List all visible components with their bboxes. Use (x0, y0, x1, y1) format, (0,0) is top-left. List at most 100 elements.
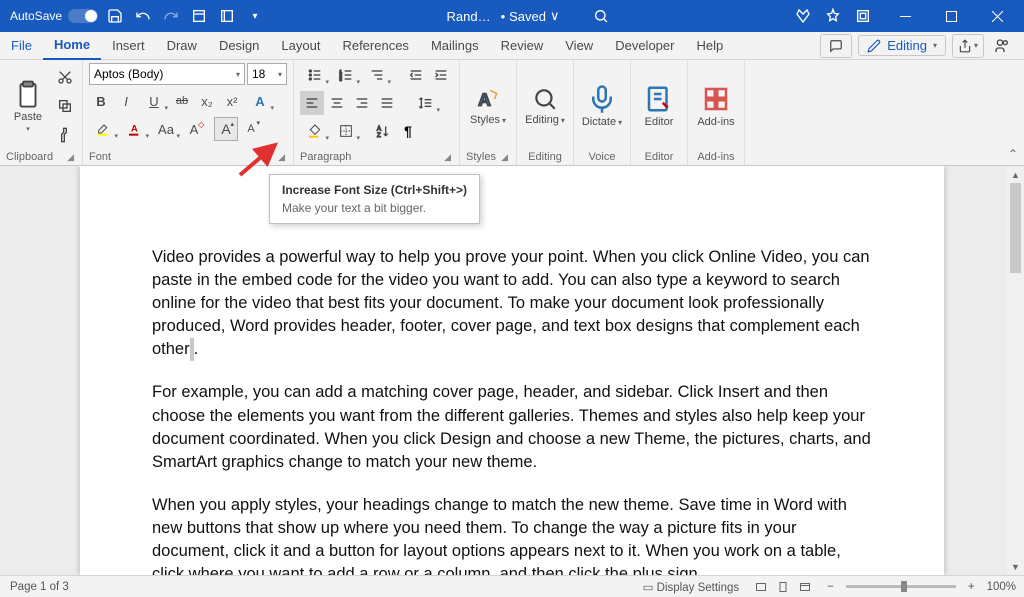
highlight-color-button[interactable] (89, 117, 119, 141)
premium-icon[interactable] (792, 5, 814, 27)
paragraph-launcher-icon[interactable]: ◢ (444, 152, 453, 163)
qat-icon1[interactable] (188, 5, 210, 27)
dictate-button[interactable]: Dictate (580, 63, 624, 149)
svg-text:3: 3 (339, 77, 342, 82)
close-button[interactable] (974, 0, 1020, 32)
saved-indicator[interactable]: • Saved ∨ (501, 8, 560, 24)
font-launcher-icon[interactable]: ◢ (278, 152, 287, 163)
group-paragraph: 123 AZ (294, 60, 460, 165)
justify-button[interactable] (375, 91, 399, 115)
align-center-button[interactable] (325, 91, 349, 115)
zoom-out-button[interactable]: − (827, 581, 834, 593)
collapse-ribbon-icon[interactable]: ⌃ (1008, 147, 1018, 161)
undo-icon[interactable] (132, 5, 154, 27)
scroll-down-icon[interactable]: ▼ (1007, 558, 1024, 575)
tab-home[interactable]: Home (43, 32, 101, 60)
change-case-button[interactable]: Aa (151, 117, 181, 141)
font-color-button[interactable]: A (120, 117, 150, 141)
tab-draw[interactable]: Draw (156, 32, 208, 60)
decrease-indent-button[interactable] (404, 63, 428, 87)
styles-launcher-icon[interactable]: ◢ (501, 152, 510, 163)
text-effects-button[interactable]: A (245, 89, 275, 113)
editing-mode-button[interactable]: Editing ▾ (858, 35, 946, 56)
save-icon[interactable] (104, 5, 126, 27)
addins-button[interactable]: Add-ins (694, 63, 738, 149)
increase-indent-button[interactable] (429, 63, 453, 87)
vertical-scrollbar[interactable]: ▲ ▼ (1007, 166, 1024, 575)
show-hide-button[interactable]: ¶ (396, 119, 420, 143)
scroll-up-icon[interactable]: ▲ (1007, 166, 1024, 183)
print-layout-icon[interactable] (773, 578, 793, 596)
zoom-slider[interactable] (846, 585, 956, 588)
coming-soon-icon[interactable] (822, 5, 844, 27)
qat-icon2[interactable] (216, 5, 238, 27)
svg-text:A: A (131, 124, 138, 134)
clipboard-launcher-icon[interactable]: ◢ (67, 152, 76, 163)
focus-mode-icon[interactable] (751, 578, 771, 596)
share-button[interactable]: ▾ (952, 34, 984, 58)
font-name-select[interactable]: Aptos (Body)▾ (89, 63, 245, 85)
bold-button[interactable]: B (89, 89, 113, 113)
decrease-font-size-button[interactable]: A▾ (239, 117, 263, 141)
ribbon-display-icon[interactable] (852, 5, 874, 27)
display-settings-button[interactable]: ▭ Display Settings (643, 580, 740, 594)
tab-references[interactable]: References (331, 32, 419, 60)
paragraph-3[interactable]: When you apply styles, your headings cha… (152, 494, 872, 575)
superscript-button[interactable]: x² (220, 89, 244, 113)
align-right-button[interactable] (350, 91, 374, 115)
borders-button[interactable] (331, 119, 361, 143)
styles-button[interactable]: A Styles (466, 63, 510, 149)
align-left-button[interactable] (300, 91, 324, 115)
multilevel-list-button[interactable] (362, 63, 392, 87)
group-voice: Dictate Voice (574, 60, 631, 165)
zoom-in-button[interactable]: + (968, 581, 975, 593)
paragraph-1[interactable]: Video provides a powerful way to help yo… (152, 246, 872, 361)
clear-formatting-button[interactable]: A◇ (182, 117, 206, 141)
editing-dropdown-button[interactable]: Editing (523, 63, 567, 149)
coauthoring-icon[interactable] (990, 34, 1014, 58)
increase-font-size-button[interactable]: A▴ (214, 117, 238, 141)
svg-text:A: A (478, 90, 491, 110)
paragraph-2[interactable]: For example, you can add a matching cove… (152, 381, 872, 473)
cut-icon[interactable] (54, 66, 76, 88)
underline-button[interactable]: U (139, 89, 169, 113)
copy-icon[interactable] (54, 95, 76, 117)
page-indicator[interactable]: Page 1 of 3 (0, 581, 69, 593)
sort-button[interactable]: AZ (371, 119, 395, 143)
italic-button[interactable]: I (114, 89, 138, 113)
tab-help[interactable]: Help (685, 32, 734, 60)
tab-mailings[interactable]: Mailings (420, 32, 490, 60)
autosave-toggle[interactable]: AutoSave (10, 9, 98, 23)
minimize-button[interactable] (882, 0, 928, 32)
paste-button[interactable]: Paste ▾ (6, 63, 50, 149)
group-editor: Editor Editor (631, 60, 688, 165)
bullets-button[interactable] (300, 63, 330, 87)
tab-file[interactable]: File (0, 32, 43, 60)
tab-layout[interactable]: Layout (270, 32, 331, 60)
qat-customize-icon[interactable]: ▾ (244, 5, 266, 27)
tab-design[interactable]: Design (208, 32, 270, 60)
document-area[interactable]: Video provides a powerful way to help yo… (0, 166, 1024, 575)
web-layout-icon[interactable] (795, 578, 815, 596)
comments-button[interactable] (820, 34, 852, 58)
numbering-button[interactable]: 123 (331, 63, 361, 87)
editor-button[interactable]: Editor (637, 63, 681, 149)
shading-button[interactable] (300, 119, 330, 143)
autosave-switch-icon (68, 9, 98, 23)
document-page[interactable]: Video provides a powerful way to help yo… (80, 166, 944, 575)
strikethrough-button[interactable]: ab (170, 89, 194, 113)
subscript-button[interactable]: x₂ (195, 89, 219, 113)
tab-view[interactable]: View (554, 32, 604, 60)
tab-insert[interactable]: Insert (101, 32, 156, 60)
maximize-button[interactable] (928, 0, 974, 32)
scroll-thumb[interactable] (1010, 183, 1021, 273)
tab-review[interactable]: Review (490, 32, 555, 60)
search-icon[interactable] (590, 5, 612, 27)
redo-icon[interactable] (160, 5, 182, 27)
group-font: Aptos (Body)▾ 18▾ B I U ab x₂ x² A A Aa … (83, 60, 294, 165)
tab-developer[interactable]: Developer (604, 32, 685, 60)
line-spacing-button[interactable] (411, 91, 441, 115)
zoom-level[interactable]: 100% (987, 581, 1016, 593)
format-painter-icon[interactable] (54, 124, 76, 146)
font-size-select[interactable]: 18▾ (247, 63, 287, 85)
